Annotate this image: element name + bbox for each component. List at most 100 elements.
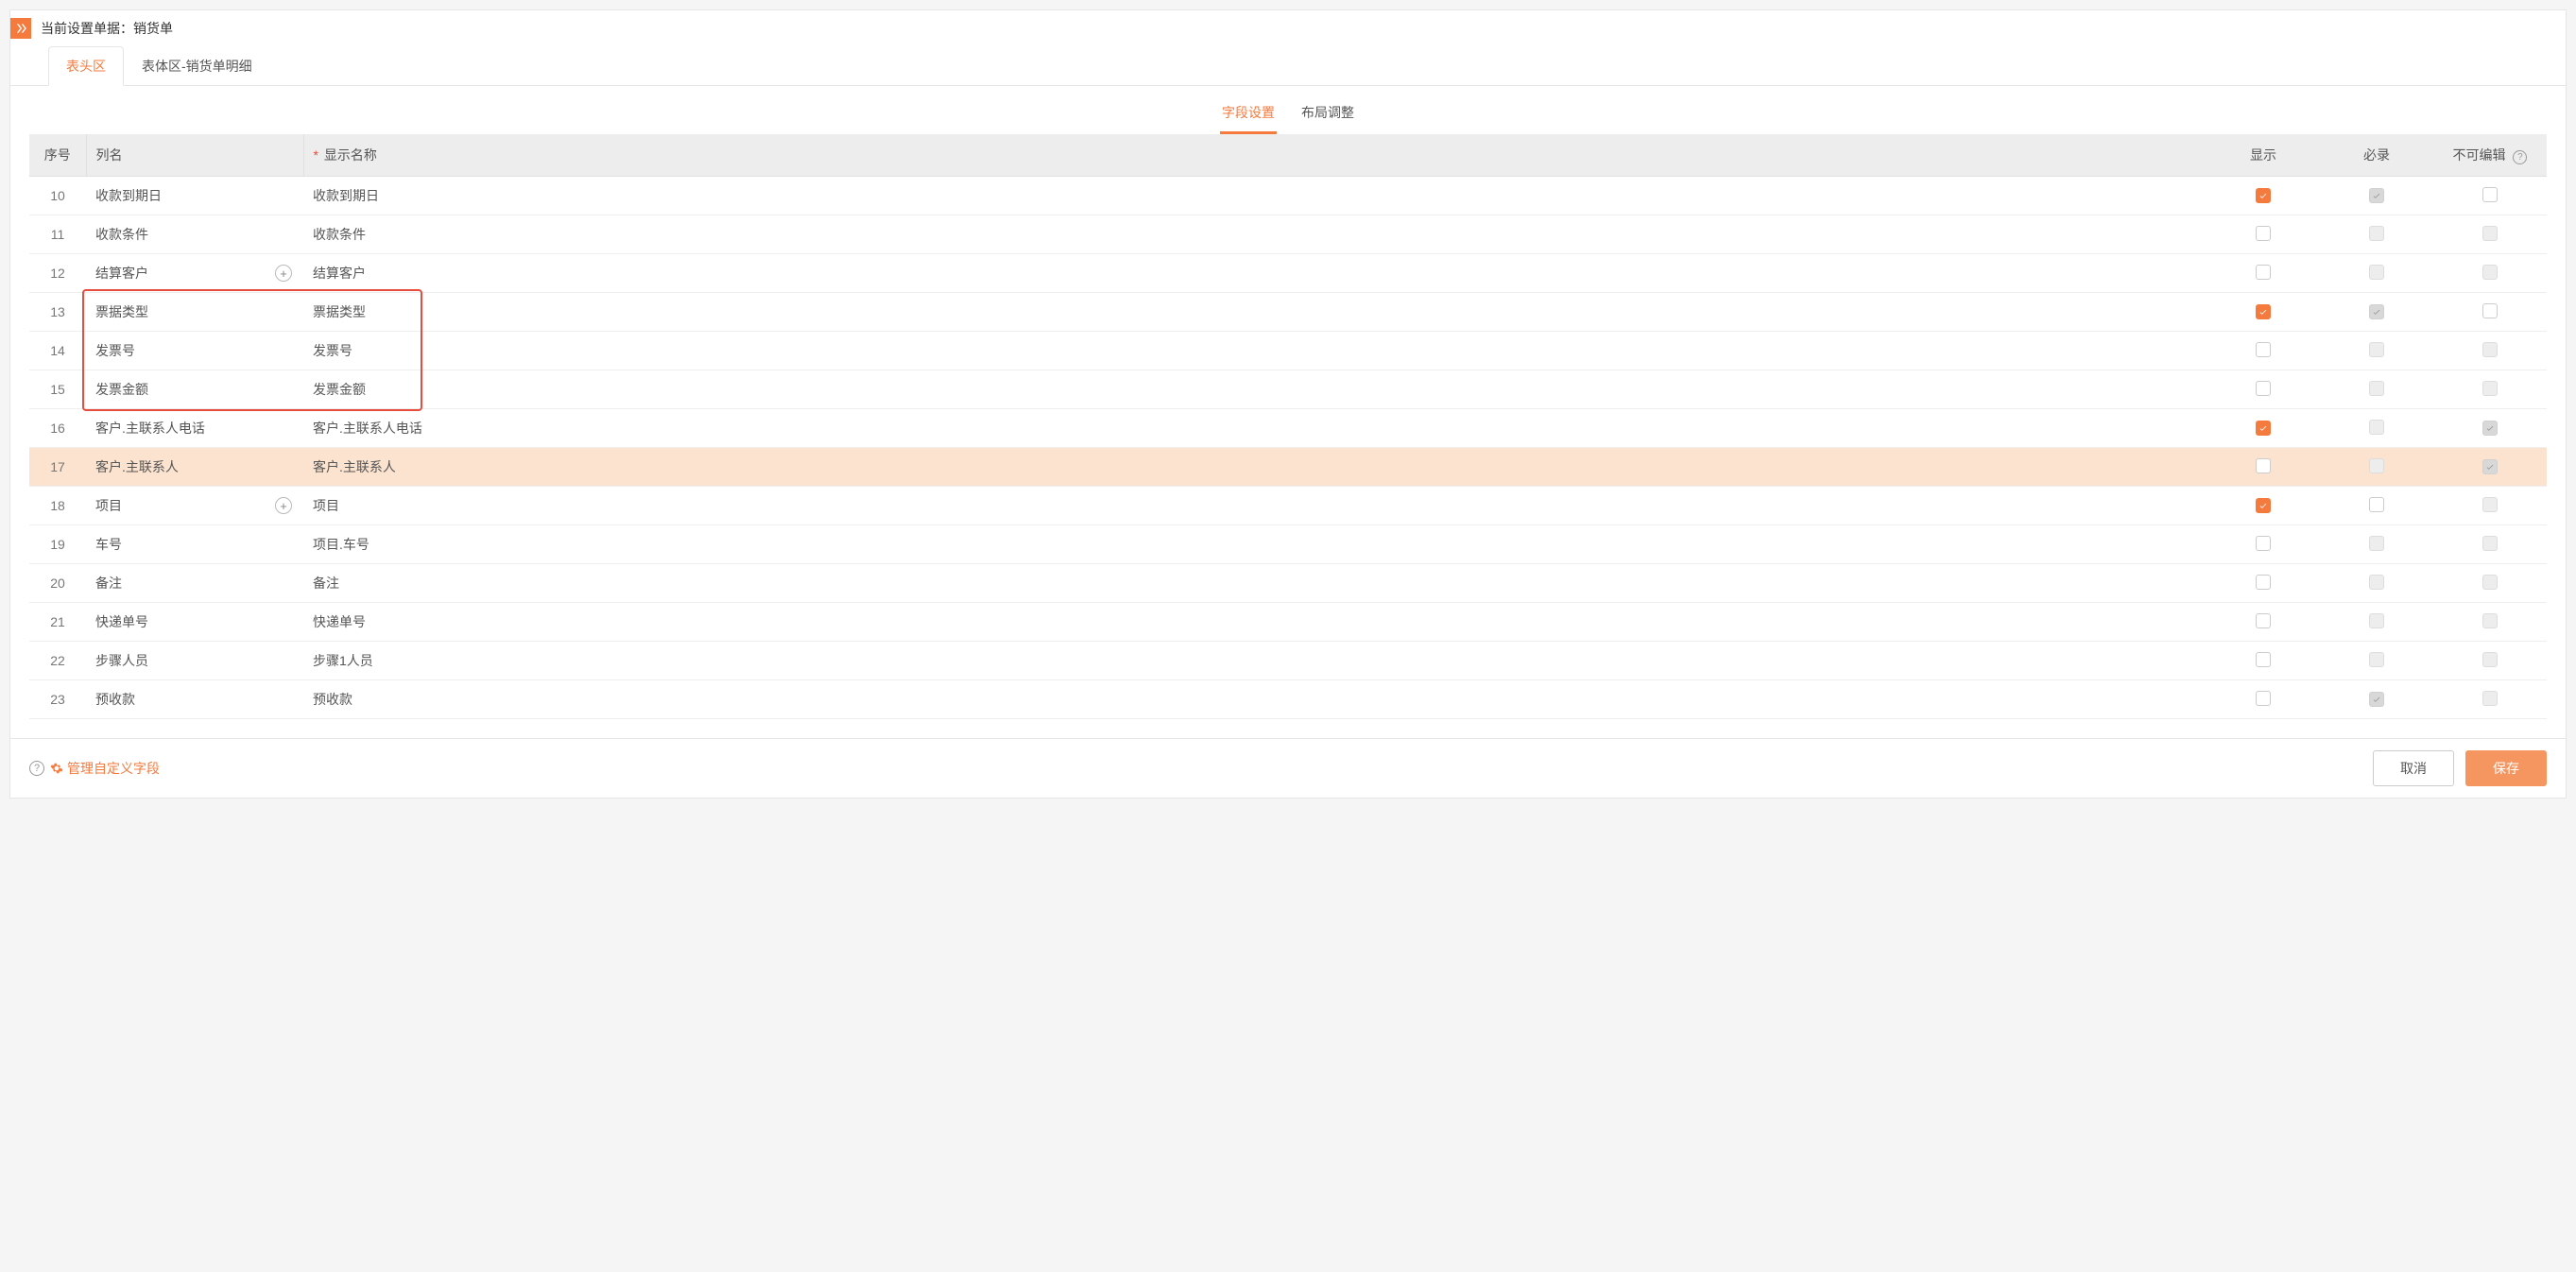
- cell-seq: 12: [29, 254, 86, 293]
- cell-readonly: [2433, 370, 2547, 409]
- tab-layout-adjust[interactable]: 布局调整: [1299, 95, 1356, 134]
- cancel-button[interactable]: 取消: [2373, 750, 2454, 786]
- checkbox-show[interactable]: [2256, 691, 2271, 706]
- cell-col-name: 车号: [86, 525, 303, 564]
- cell-display-name[interactable]: 收款到期日: [303, 177, 2207, 215]
- check-icon: [2258, 191, 2268, 200]
- table-row: 16客户.主联系人电话客户.主联系人电话: [29, 409, 2547, 448]
- cell-required: [2320, 448, 2433, 487]
- checkbox-show[interactable]: [2256, 613, 2271, 628]
- cell-readonly: [2433, 525, 2547, 564]
- cell-readonly: [2433, 332, 2547, 370]
- cell-display-name[interactable]: 客户.主联系人电话: [303, 409, 2207, 448]
- checkbox-show[interactable]: [2256, 498, 2271, 513]
- checkbox-show[interactable]: [2256, 536, 2271, 551]
- tab-body-area[interactable]: 表体区-销货单明细: [124, 46, 270, 86]
- checkbox-required: [2369, 420, 2384, 435]
- checkbox-show[interactable]: [2256, 226, 2271, 241]
- cell-col-name: 发票金额: [86, 370, 303, 409]
- checkbox-required: [2369, 575, 2384, 590]
- cell-display-name[interactable]: 预收款: [303, 680, 2207, 719]
- checkbox-show[interactable]: [2256, 304, 2271, 319]
- checkbox-show[interactable]: [2256, 342, 2271, 357]
- cell-col-name: 票据类型: [86, 293, 303, 332]
- cell-readonly: [2433, 254, 2547, 293]
- cell-readonly: [2433, 448, 2547, 487]
- cell-readonly: [2433, 409, 2547, 448]
- checkbox-required: [2369, 265, 2384, 280]
- cell-seq: 18: [29, 487, 86, 525]
- cell-show: [2207, 254, 2320, 293]
- field-table: 序号 列名 * 显示名称 显示 必录 不可编辑 ? 10: [29, 134, 2547, 719]
- checkbox-show[interactable]: [2256, 381, 2271, 396]
- th-display-name: * 显示名称: [303, 134, 2207, 177]
- checkbox-readonly: [2482, 421, 2498, 436]
- checkbox-readonly[interactable]: [2482, 303, 2498, 318]
- cell-display-name[interactable]: 发票金额: [303, 370, 2207, 409]
- expand-toggle[interactable]: [10, 18, 31, 39]
- cell-show: [2207, 680, 2320, 719]
- check-icon: [2372, 695, 2381, 704]
- checkbox-show[interactable]: [2256, 421, 2271, 436]
- cell-display-name[interactable]: 快递单号: [303, 603, 2207, 642]
- check-icon: [2485, 462, 2495, 472]
- checkbox-show[interactable]: [2256, 458, 2271, 473]
- cell-required: [2320, 680, 2433, 719]
- cell-display-name[interactable]: 票据类型: [303, 293, 2207, 332]
- th-readonly: 不可编辑 ?: [2433, 134, 2547, 177]
- checkbox-show[interactable]: [2256, 652, 2271, 667]
- table-row: 10收款到期日收款到期日: [29, 177, 2547, 215]
- cell-seq: 17: [29, 448, 86, 487]
- table-row: 12结算客户+结算客户: [29, 254, 2547, 293]
- cell-col-name: 结算客户+: [86, 254, 303, 293]
- checkbox-required: [2369, 342, 2384, 357]
- cell-readonly: [2433, 564, 2547, 603]
- cell-col-name: 预收款: [86, 680, 303, 719]
- cell-display-name[interactable]: 结算客户: [303, 254, 2207, 293]
- cell-display-name[interactable]: 客户.主联系人: [303, 448, 2207, 487]
- checkbox-readonly: [2482, 652, 2498, 667]
- help-icon[interactable]: ?: [2513, 150, 2527, 164]
- checkbox-required: [2369, 692, 2384, 707]
- cell-col-name: 备注: [86, 564, 303, 603]
- checkbox-readonly: [2482, 497, 2498, 512]
- checkbox-required: [2369, 304, 2384, 319]
- cell-seq: 14: [29, 332, 86, 370]
- cell-show: [2207, 177, 2320, 215]
- cell-readonly: [2433, 642, 2547, 680]
- save-button[interactable]: 保存: [2465, 750, 2547, 786]
- table-row: 14发票号发票号: [29, 332, 2547, 370]
- cell-col-name: 收款条件: [86, 215, 303, 254]
- cell-display-name[interactable]: 收款条件: [303, 215, 2207, 254]
- add-sub-button[interactable]: +: [275, 497, 292, 514]
- cell-seq: 21: [29, 603, 86, 642]
- th-required: 必录: [2320, 134, 2433, 177]
- question-icon[interactable]: ?: [29, 761, 44, 776]
- cell-show: [2207, 603, 2320, 642]
- checkbox-readonly: [2482, 459, 2498, 474]
- check-icon: [2485, 423, 2495, 433]
- cell-display-name[interactable]: 发票号: [303, 332, 2207, 370]
- tab-field-settings[interactable]: 字段设置: [1220, 95, 1277, 134]
- table-row: 15发票金额发票金额: [29, 370, 2547, 409]
- checkbox-show[interactable]: [2256, 265, 2271, 280]
- manage-custom-fields-link[interactable]: 管理自定义字段: [50, 759, 160, 778]
- cell-required: [2320, 525, 2433, 564]
- checkbox-readonly: [2482, 265, 2498, 280]
- cell-display-name[interactable]: 备注: [303, 564, 2207, 603]
- checkbox-readonly: [2482, 691, 2498, 706]
- checkbox-readonly[interactable]: [2482, 187, 2498, 202]
- cell-display-name[interactable]: 项目.车号: [303, 525, 2207, 564]
- check-icon: [2258, 423, 2268, 433]
- checkbox-required[interactable]: [2369, 497, 2384, 512]
- checkbox-show[interactable]: [2256, 575, 2271, 590]
- add-sub-button[interactable]: +: [275, 265, 292, 282]
- checkbox-readonly: [2482, 381, 2498, 396]
- cell-display-name[interactable]: 项目: [303, 487, 2207, 525]
- header-bar: 当前设置单据： 销货单: [10, 10, 2566, 46]
- checkbox-show[interactable]: [2256, 188, 2271, 203]
- cell-seq: 11: [29, 215, 86, 254]
- cell-display-name[interactable]: 步骤1人员: [303, 642, 2207, 680]
- tab-header-area[interactable]: 表头区: [48, 46, 124, 86]
- cell-required: [2320, 332, 2433, 370]
